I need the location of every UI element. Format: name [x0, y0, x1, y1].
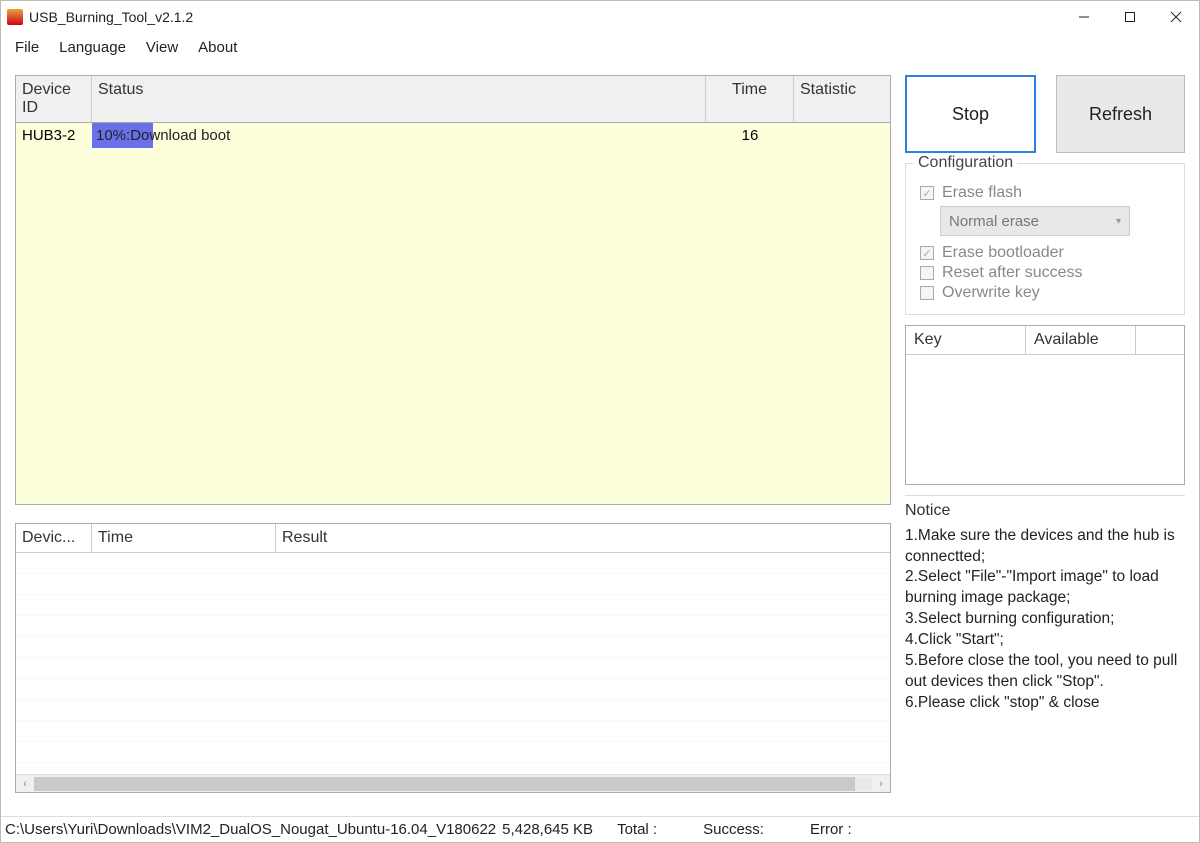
reset-after-label: Reset after success [942, 264, 1083, 282]
scroll-thumb[interactable] [34, 777, 855, 791]
key-header-available[interactable]: Available [1026, 326, 1136, 354]
action-buttons: Stop Refresh [905, 75, 1185, 153]
menu-language[interactable]: Language [51, 37, 134, 58]
notice-title: Notice [905, 500, 1185, 522]
status-total-label: Total : [617, 821, 657, 838]
erase-flash-checkbox[interactable]: ✓ Erase flash [920, 184, 1170, 202]
status-text: 10%:Download boot [96, 127, 230, 144]
maximize-icon [1124, 11, 1136, 23]
notice-panel: Notice 1.Make sure the devices and the h… [905, 495, 1185, 816]
grid-header: Device ID Status Time Statistic [16, 76, 890, 123]
scroll-track[interactable] [34, 777, 872, 791]
cell-time: 16 [706, 123, 794, 148]
header-time[interactable]: Time [706, 76, 794, 122]
window-title: USB_Burning_Tool_v2.1.2 [29, 9, 193, 25]
right-column: Stop Refresh Configuration ✓ Erase flash… [905, 75, 1185, 816]
checkbox-icon: ✓ [920, 246, 934, 260]
key-header-spacer [1136, 326, 1184, 354]
erase-mode-select[interactable]: Normal erase ▾ [940, 206, 1130, 236]
menubar: File Language View About [1, 33, 1199, 61]
maximize-button[interactable] [1107, 1, 1153, 33]
cell-device-id: HUB3-2 [16, 123, 92, 148]
header-statistic[interactable]: Statistic [794, 76, 890, 122]
content-area: Device ID Status Time Statistic HUB3-2 1… [1, 61, 1199, 816]
result-header-result[interactable]: Result [276, 524, 890, 552]
key-header-key[interactable]: Key [906, 326, 1026, 354]
status-size: 5,428,645 KB [502, 821, 593, 838]
checkbox-icon: ✓ [920, 186, 934, 200]
statusbar: C:\Users\Yuri\Downloads\VIM2_DualOS_Noug… [1, 816, 1199, 842]
titlebar: USB_Burning_Tool_v2.1.2 [1, 1, 1199, 33]
erase-bootloader-label: Erase bootloader [942, 244, 1064, 262]
checkbox-icon [920, 286, 934, 300]
chevron-down-icon: ▾ [1116, 216, 1121, 227]
minimize-button[interactable] [1061, 1, 1107, 33]
result-header-device[interactable]: Devic... [16, 524, 92, 552]
status-success-label: Success: [703, 821, 764, 838]
notice-line: 1.Make sure the devices and the hub is c… [905, 526, 1185, 568]
horizontal-scrollbar[interactable]: ‹ › [16, 774, 890, 792]
app-icon [7, 9, 23, 25]
notice-line: 6.Please click "stop" & close [905, 693, 1185, 714]
overwrite-key-checkbox[interactable]: Overwrite key [920, 284, 1170, 302]
close-button[interactable] [1153, 1, 1199, 33]
menu-view[interactable]: View [138, 37, 186, 58]
menu-about[interactable]: About [190, 37, 245, 58]
header-status[interactable]: Status [92, 76, 706, 122]
key-table-header: Key Available [906, 326, 1184, 355]
refresh-button[interactable]: Refresh [1056, 75, 1185, 153]
header-device-id[interactable]: Device ID [16, 76, 92, 122]
result-grid-header: Devic... Time Result [16, 524, 890, 553]
status-error-label: Error : [810, 821, 852, 838]
menu-file[interactable]: File [7, 37, 47, 58]
minimize-icon [1078, 11, 1090, 23]
window-controls [1061, 1, 1199, 33]
erase-bootloader-checkbox[interactable]: ✓ Erase bootloader [920, 244, 1170, 262]
configuration-group: Configuration ✓ Erase flash Normal erase… [905, 163, 1185, 315]
erase-flash-label: Erase flash [942, 184, 1022, 202]
left-column: Device ID Status Time Statistic HUB3-2 1… [15, 75, 891, 816]
stop-button[interactable]: Stop [905, 75, 1036, 153]
notice-line: 4.Click "Start"; [905, 630, 1185, 651]
key-table: Key Available [905, 325, 1185, 485]
status-path: C:\Users\Yuri\Downloads\VIM2_DualOS_Noug… [5, 821, 496, 838]
erase-mode-value: Normal erase [949, 213, 1039, 230]
notice-line: 5.Before close the tool, you need to pul… [905, 651, 1185, 693]
reset-after-checkbox[interactable]: Reset after success [920, 264, 1170, 282]
result-grid-body [16, 553, 890, 774]
checkbox-icon [920, 266, 934, 280]
result-grid: Devic... Time Result ‹ › [15, 523, 891, 793]
cell-status: 10%:Download boot [92, 123, 706, 148]
notice-line: 2.Select "File"-"Import image" to load b… [905, 567, 1185, 609]
close-icon [1170, 11, 1182, 23]
app-window: USB_Burning_Tool_v2.1.2 File Language Vi… [0, 0, 1200, 843]
overwrite-key-label: Overwrite key [942, 284, 1040, 302]
cell-statistic [794, 123, 890, 148]
table-row[interactable]: HUB3-2 10%:Download boot 16 [16, 123, 890, 148]
scroll-left-icon[interactable]: ‹ [16, 778, 34, 790]
device-status-grid: Device ID Status Time Statistic HUB3-2 1… [15, 75, 891, 505]
notice-line: 3.Select burning configuration; [905, 609, 1185, 630]
scroll-right-icon[interactable]: › [872, 778, 890, 790]
config-title: Configuration [914, 154, 1017, 172]
result-header-time[interactable]: Time [92, 524, 276, 552]
